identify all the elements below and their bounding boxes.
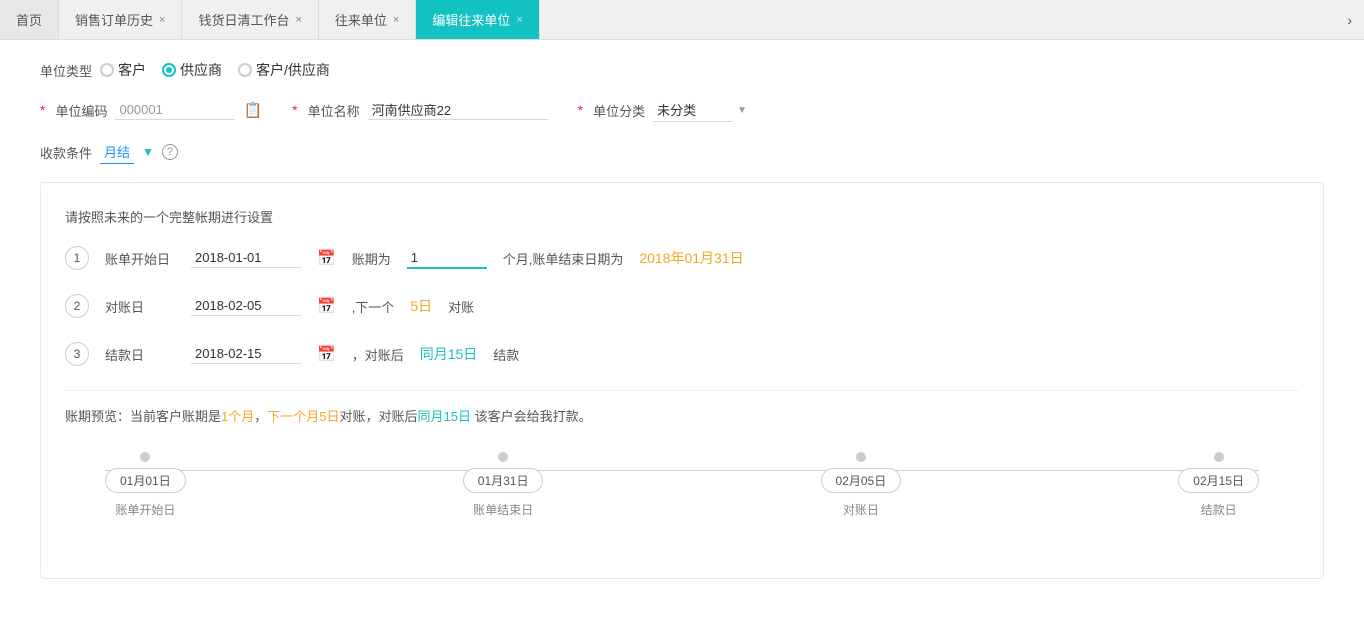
tab-cash-daily-close[interactable]: × [295,14,301,26]
preview-sep1: ， [254,409,267,424]
preview-part1: 1个月 [221,409,254,424]
step2-row: 2 对账日 📅 ,下一个 5日 对账 [65,294,1299,318]
settings-hint: 请按照未来的一个完整帐期进行设置 [65,207,1299,226]
preview-text: 账期预览：当前客户账期是1个月，下一个月5日对账，对账后同月15日 该客户会给我… [65,407,1299,428]
preview-suffix: 该客户会给我打款。 [475,409,592,424]
radio-customer[interactable]: 客户 [100,60,146,80]
payment-dropdown-caret-icon[interactable]: ▼ [142,145,154,159]
timeline-dot-4 [1214,452,1224,462]
step1-period-end: 2018年01月31日 [639,248,743,268]
radio-customer-circle [100,63,114,77]
unit-code-star: * [40,102,45,118]
step2-suffix-highlight: 5日 [410,296,432,316]
step3-suffix-pre: ，对账后 [352,345,404,364]
step3-num: 3 [65,342,89,366]
timeline-badge-1: 01月01日 [105,468,186,493]
timeline-badge-3: 02月05日 [821,468,902,493]
step2-calendar-icon[interactable]: 📅 [317,297,336,315]
step3-date-input[interactable] [191,344,301,364]
unit-name-group: * 单位名称 [292,100,547,120]
tab-bar: 首页 销售订单历史 × 钱货日清工作台 × 往来单位 × 编辑往来单位 × › [0,0,1364,40]
main-content: 单位类型 客户 供应商 客户/供应商 * 单位编码 [0,40,1364,619]
step2-num: 2 [65,294,89,318]
unit-name-star: * [292,102,297,118]
tab-partner-units-close[interactable]: × [393,14,399,26]
timeline-dot-2 [498,452,508,462]
step2-date-input[interactable] [191,296,301,316]
unit-code-icon[interactable]: 📋 [243,101,262,119]
timeline-dot-1 [140,452,150,462]
payment-condition-row: 收款条件 月结 ▼ ? [40,140,1324,164]
preview-sep2: 对账，对账后 [340,409,418,424]
step1-num: 1 [65,246,89,270]
timeline-badge-2: 01月31日 [463,468,544,493]
unit-name-label: 单位名称 [308,101,360,120]
unit-category-value: 未分类 [653,98,733,122]
payment-condition-value[interactable]: 月结 [100,140,134,164]
settings-box: 请按照未来的一个完整帐期进行设置 1 账单开始日 📅 账期为 个月,账单结束日期… [40,182,1324,579]
timeline-point-4: 02月15日 结款日 [1178,452,1259,518]
step3-calendar-icon[interactable]: 📅 [317,345,336,363]
step1-period-input[interactable] [407,248,487,269]
radio-customer-supplier-circle [238,63,252,77]
unit-code-input[interactable] [115,100,235,120]
unit-code-label: 单位编码 [55,101,107,120]
unit-type-row: 单位类型 客户 供应商 客户/供应商 [40,60,1324,80]
step3-suffix-post: 结款 [493,345,519,364]
preview-part3: 同月15日 [418,409,471,424]
unit-category-group: * 单位分类 未分类 ▼ [578,98,747,122]
timeline-point-1: 01月01日 账单开始日 [105,452,186,518]
step1-row: 1 账单开始日 📅 账期为 个月,账单结束日期为 2018年01月31日 [65,246,1299,270]
step3-row: 3 结款日 📅 ，对账后 同月15日 结款 [65,342,1299,366]
payment-condition-label: 收款条件 [40,143,92,162]
timeline-dot-3 [856,452,866,462]
tab-overflow-arrow[interactable]: › [1335,0,1364,39]
step3-suffix-highlight: 同月15日 [420,344,478,364]
radio-supplier-label: 供应商 [180,60,222,80]
unit-category-caret-icon: ▼ [737,105,747,116]
tab-cash-daily[interactable]: 钱货日清工作台 × [182,0,318,39]
preview-prefix: 账期预览：当前客户账期是 [65,409,221,424]
unit-name-input[interactable] [368,100,548,120]
unit-type-radios: 客户 供应商 客户/供应商 [100,60,330,80]
step3-label: 结款日 [105,345,175,364]
unit-code-group: * 单位编码 📋 [40,100,262,120]
radio-supplier[interactable]: 供应商 [162,60,222,80]
tab-sales-history[interactable]: 销售订单历史 × [59,0,182,39]
unit-type-group: 单位类型 客户 供应商 客户/供应商 [40,60,330,80]
timeline-badge-4: 02月15日 [1178,468,1259,493]
timeline-point-3: 02月05日 对账日 [821,452,902,518]
radio-customer-supplier[interactable]: 客户/供应商 [238,60,330,80]
timeline-points: 01月01日 账单开始日 01月31日 账单结束日 02月05日 对账日 [65,452,1299,518]
step2-suffix-post: 对账 [448,297,474,316]
step1-label: 账单开始日 [105,249,175,268]
timeline-label-4: 结款日 [1201,501,1237,518]
preview-part2: 下一个月5日 [267,409,339,424]
timeline-point-2: 01月31日 账单结束日 [463,452,544,518]
timeline-label-3: 对账日 [843,501,879,518]
radio-supplier-circle [162,63,176,77]
unit-category-label: 单位分类 [593,101,645,120]
step1-period-label: 账期为 [352,249,391,268]
tab-sales-history-close[interactable]: × [159,14,165,26]
unit-category-star: * [578,102,583,118]
step1-date-input[interactable] [191,248,301,268]
radio-customer-supplier-label: 客户/供应商 [256,60,330,80]
unit-type-label: 单位类型 [40,61,92,80]
step2-suffix-pre: ,下一个 [352,297,395,316]
unit-category-dropdown[interactable]: 未分类 ▼ [653,98,747,122]
timeline-label-1: 账单开始日 [115,501,175,518]
tab-partner-units[interactable]: 往来单位 × [319,0,416,39]
radio-customer-label: 客户 [118,60,146,80]
tab-edit-partner-close[interactable]: × [516,14,522,26]
step2-label: 对账日 [105,297,175,316]
step1-period-suffix: 个月,账单结束日期为 [503,249,624,268]
help-icon[interactable]: ? [162,144,178,160]
step1-calendar-icon[interactable]: 📅 [317,249,336,267]
tab-edit-partner[interactable]: 编辑往来单位 × [416,0,539,39]
tab-home[interactable]: 首页 [0,0,59,39]
timeline-container: 01月01日 账单开始日 01月31日 账单结束日 02月05日 对账日 [65,452,1299,518]
unit-info-row: * 单位编码 📋 * 单位名称 * 单位分类 未分类 ▼ [40,98,1324,122]
timeline-label-2: 账单结束日 [473,501,533,518]
